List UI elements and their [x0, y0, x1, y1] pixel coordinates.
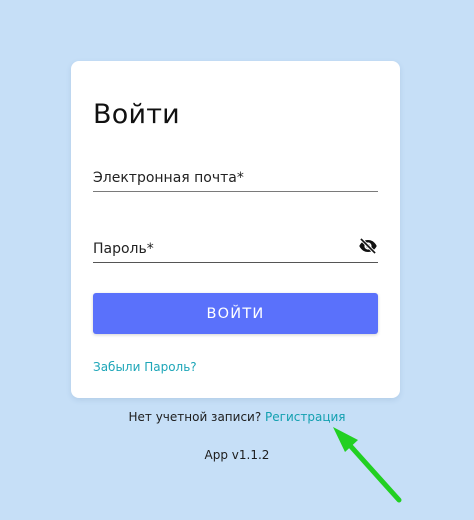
forgot-password-link[interactable]: Забыли Пароль?	[93, 360, 197, 374]
no-account-text: Нет учетной записи?	[128, 410, 262, 424]
email-field[interactable]: Электронная почта*	[93, 169, 378, 192]
register-link[interactable]: Регистрация	[265, 410, 345, 424]
email-field-label: Электронная почта*	[93, 170, 244, 186]
login-button[interactable]: ВОЙТИ	[93, 293, 378, 334]
page-title: Войти	[93, 99, 180, 130]
password-field-label: Пароль*	[93, 241, 154, 257]
password-field[interactable]: Пароль*	[93, 237, 378, 263]
eye-slash-icon[interactable]	[358, 236, 378, 256]
app-version: App v1.1.2	[204, 448, 270, 462]
register-prompt: Нет учетной записи? Регистрация	[0, 410, 474, 424]
login-card: Войти Электронная почта* Пароль* ВОЙТИ З…	[71, 61, 400, 398]
